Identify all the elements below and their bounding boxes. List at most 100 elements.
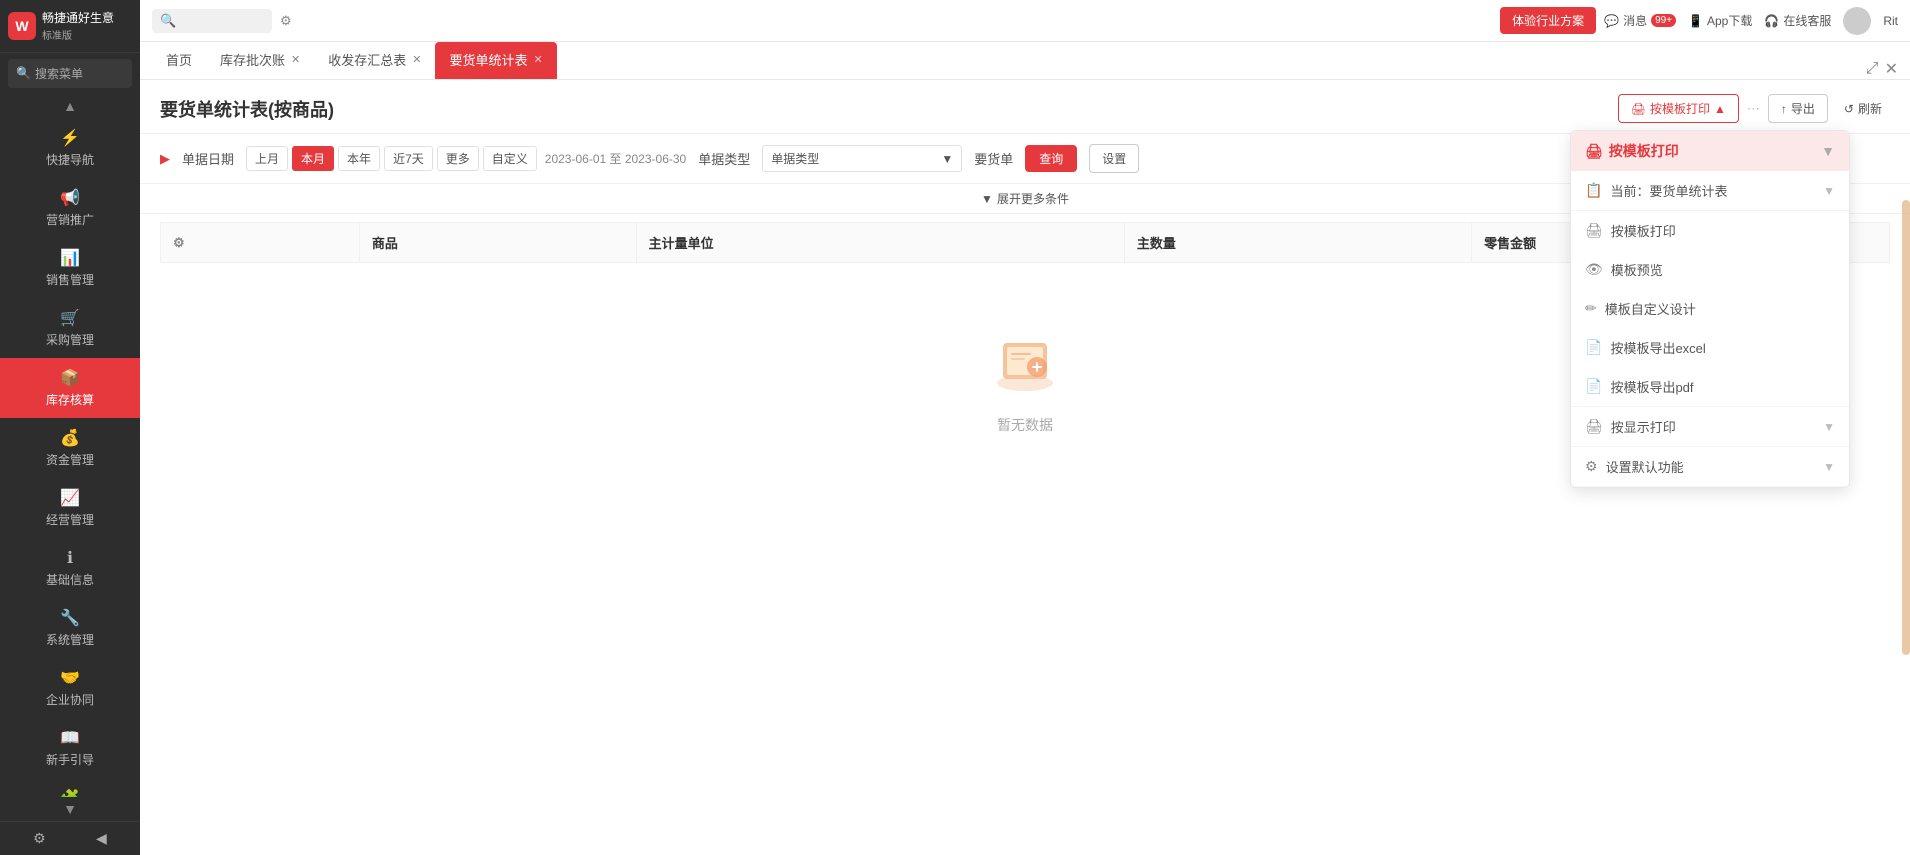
sidebar-nav: ⚡ 快捷导航 📢 营销推广 📊 销售管理 🛒 采购管理 📦 库存核算 💰 资金管… [0, 118, 140, 797]
cooperation-icon: 🤝 [60, 668, 80, 688]
sidebar-item-quicknav[interactable]: ⚡ 快捷导航 [0, 118, 140, 178]
date-range-text: 2023-06-01 至 2023-06-30 [545, 150, 686, 167]
settings-btn[interactable]: 设置 [1089, 144, 1139, 173]
sidebar-item-cooperation[interactable]: 🤝 企业协同 [0, 658, 140, 718]
type-select[interactable]: 单据类型 ▼ [762, 145, 962, 172]
sidebar-item-label: 营销推广 [46, 211, 94, 228]
tab-order-stats-label: 要货单统计表 [449, 50, 527, 69]
filter-expand-btn[interactable]: ▶ [160, 151, 170, 167]
sidebar-item-sales[interactable]: 📊 销售管理 [0, 238, 140, 298]
sidebar-item-label: 基础信息 [46, 571, 94, 588]
topbar: 🔍 ⚙ 体验行业方案 💬 消息 99+ 📱 App下载 🎧 在线客服 Rit [140, 0, 1910, 42]
system-icon: 🔧 [60, 608, 80, 628]
finance-icon: 💰 [60, 428, 80, 448]
dropdown-item-export-pdf[interactable]: 📄 按模板导出pdf [1571, 367, 1849, 406]
query-btn[interactable]: 查询 [1025, 145, 1077, 172]
dropdown-item-preview[interactable]: 👁 模板预览 [1571, 250, 1849, 289]
set-default-icon: ⚙ [1585, 458, 1598, 475]
date-btn-this-month[interactable]: 本月 [292, 146, 334, 171]
sidebar-item-label: 快捷导航 [46, 151, 94, 168]
date-btn-7days[interactable]: 近7天 [384, 146, 433, 171]
page-header: 要货单统计表(按商品) 🖨 按模板打印 ▲ ⋯ ↑ 导出 ↺ 刷新 [140, 80, 1910, 134]
user-avatar[interactable] [1843, 7, 1871, 35]
item-left: 🖨 按模板打印 [1585, 221, 1676, 240]
table-settings-icon[interactable]: ⚙ [173, 235, 185, 250]
sidebar-item-operations[interactable]: 📈 经营管理 [0, 478, 140, 538]
date-btn-custom[interactable]: 自定义 [483, 146, 537, 171]
sidebar-item-appcenter[interactable]: 🧩 应用中心 [0, 778, 140, 797]
app-logo: W 畅捷通好生意 标准版 [0, 0, 140, 53]
sidebar-item-label: 系统管理 [46, 631, 94, 648]
scroll-down-btn[interactable]: ▼ [0, 797, 140, 821]
settings-bottom-icon[interactable]: ⚙ [33, 830, 46, 847]
current-chevron: ▼ [1823, 184, 1835, 198]
app-download-btn[interactable]: 📱 App下载 [1688, 12, 1752, 29]
tab-inventory-batch-close[interactable]: ✕ [291, 53, 300, 66]
app-name: 畅捷通好生意 [42, 10, 114, 27]
sidebar-item-label: 新手引导 [46, 751, 94, 768]
design-icon: ✏ [1585, 300, 1597, 317]
export-btn[interactable]: ↑ 导出 [1768, 94, 1828, 123]
print-btn-label: 按模板打印 [1650, 100, 1710, 117]
tab-receipt-summary-close[interactable]: ✕ [412, 53, 421, 66]
expand-more-label: 展开更多条件 [997, 190, 1069, 207]
tab-home[interactable]: 首页 [152, 42, 206, 79]
sidebar-item-inventory[interactable]: 📦 库存核算 [0, 358, 140, 418]
sidebar-search[interactable]: 🔍 搜索菜单 [8, 59, 132, 88]
dropdown-header: 🖨 按模板打印 ▼ [1571, 131, 1849, 171]
topbar-search-box[interactable]: 🔍 [152, 9, 272, 33]
dropdown-item-template-print[interactable]: 🖨 按模板打印 [1571, 211, 1849, 250]
tab-close-all-btn[interactable]: ✕ [1885, 59, 1898, 79]
date-btn-more[interactable]: 更多 [437, 146, 479, 171]
table-col-qty: 主数量 [1124, 223, 1471, 263]
refresh-btn[interactable]: ↺ 刷新 [1836, 95, 1890, 122]
sidebar-item-purchase[interactable]: 🛒 采购管理 [0, 298, 140, 358]
print-chevron-icon: ▲ [1714, 102, 1726, 116]
tab-inventory-batch[interactable]: 库存批次账 ✕ [206, 42, 314, 79]
industry-solution-btn[interactable]: 体验行业方案 [1500, 7, 1596, 34]
tab-order-stats-close[interactable]: ✕ [534, 53, 543, 66]
date-btn-prev-month[interactable]: 上月 [246, 146, 288, 171]
sidebar-item-basic-info[interactable]: ℹ 基础信息 [0, 538, 140, 598]
tab-order-stats[interactable]: 要货单统计表 ✕ [435, 42, 556, 79]
dropdown-current-item[interactable]: 📋 当前：要货单统计表 ▼ [1571, 171, 1849, 210]
tab-maximize-btn[interactable]: ⤢ [1866, 60, 1879, 78]
print-template-btn[interactable]: 🖨 按模板打印 ▲ [1618, 94, 1739, 123]
table-col-settings[interactable]: ⚙ [161, 223, 360, 263]
table-col-unit: 主计量单位 [636, 223, 1124, 263]
refresh-icon: ↺ [1844, 102, 1854, 116]
purchase-icon: 🛒 [60, 308, 80, 328]
item-label: 模板自定义设计 [1605, 299, 1696, 318]
date-filter-label: 单据日期 [182, 149, 234, 168]
page-actions: 🖨 按模板打印 ▲ ⋯ ↑ 导出 ↺ 刷新 [1618, 94, 1890, 123]
right-scrollbar[interactable] [1902, 200, 1910, 655]
page-content: 要货单统计表(按商品) 🖨 按模板打印 ▲ ⋯ ↑ 导出 ↺ 刷新 [140, 80, 1910, 855]
dropdown-close-btn[interactable]: ▼ [1821, 143, 1835, 159]
date-btn-this-year[interactable]: 本年 [338, 146, 380, 171]
username-label: Rit [1883, 14, 1898, 28]
tab-receipt-summary[interactable]: 收发存汇总表 ✕ [314, 42, 435, 79]
item-left: 📄 按模板导出excel [1585, 338, 1706, 357]
topbar-search-input[interactable] [180, 14, 260, 28]
dropdown-item-export-excel[interactable]: 📄 按模板导出excel [1571, 328, 1849, 367]
type-select-chevron: ▼ [941, 152, 953, 166]
sidebar-item-system[interactable]: 🔧 系统管理 [0, 598, 140, 658]
sidebar-bottom: ⚙ ◀ [0, 821, 140, 855]
item-label: 设置默认功能 [1606, 457, 1684, 476]
scroll-up-btn[interactable]: ▲ [0, 94, 140, 118]
inventory-icon: 📦 [60, 368, 80, 388]
dropdown-item-custom-design[interactable]: ✏ 模板自定义设计 [1571, 289, 1849, 328]
collapse-icon[interactable]: ◀ [96, 830, 107, 847]
table-col-goods: 商品 [359, 223, 636, 263]
dropdown-item-display-print[interactable]: 🖨 按显示打印 ▼ [1571, 407, 1849, 446]
sidebar-item-finance[interactable]: 💰 资金管理 [0, 418, 140, 478]
dropdown-item-set-default[interactable]: ⚙ 设置默认功能 ▼ [1571, 447, 1849, 486]
messages-btn[interactable]: 💬 消息 99+ [1604, 12, 1676, 29]
sidebar-item-guide[interactable]: 📖 新手引导 [0, 718, 140, 778]
filter-expand-icon: ▶ [160, 151, 170, 167]
sidebar-item-marketing[interactable]: 📢 营销推广 [0, 178, 140, 238]
topbar-settings-icon[interactable]: ⚙ [280, 13, 292, 29]
page-title: 要货单统计表(按商品) [160, 96, 334, 122]
online-service-btn[interactable]: 🎧 在线客服 [1764, 12, 1831, 29]
expand-more-btn[interactable]: ▼ 展开更多条件 [981, 190, 1069, 207]
